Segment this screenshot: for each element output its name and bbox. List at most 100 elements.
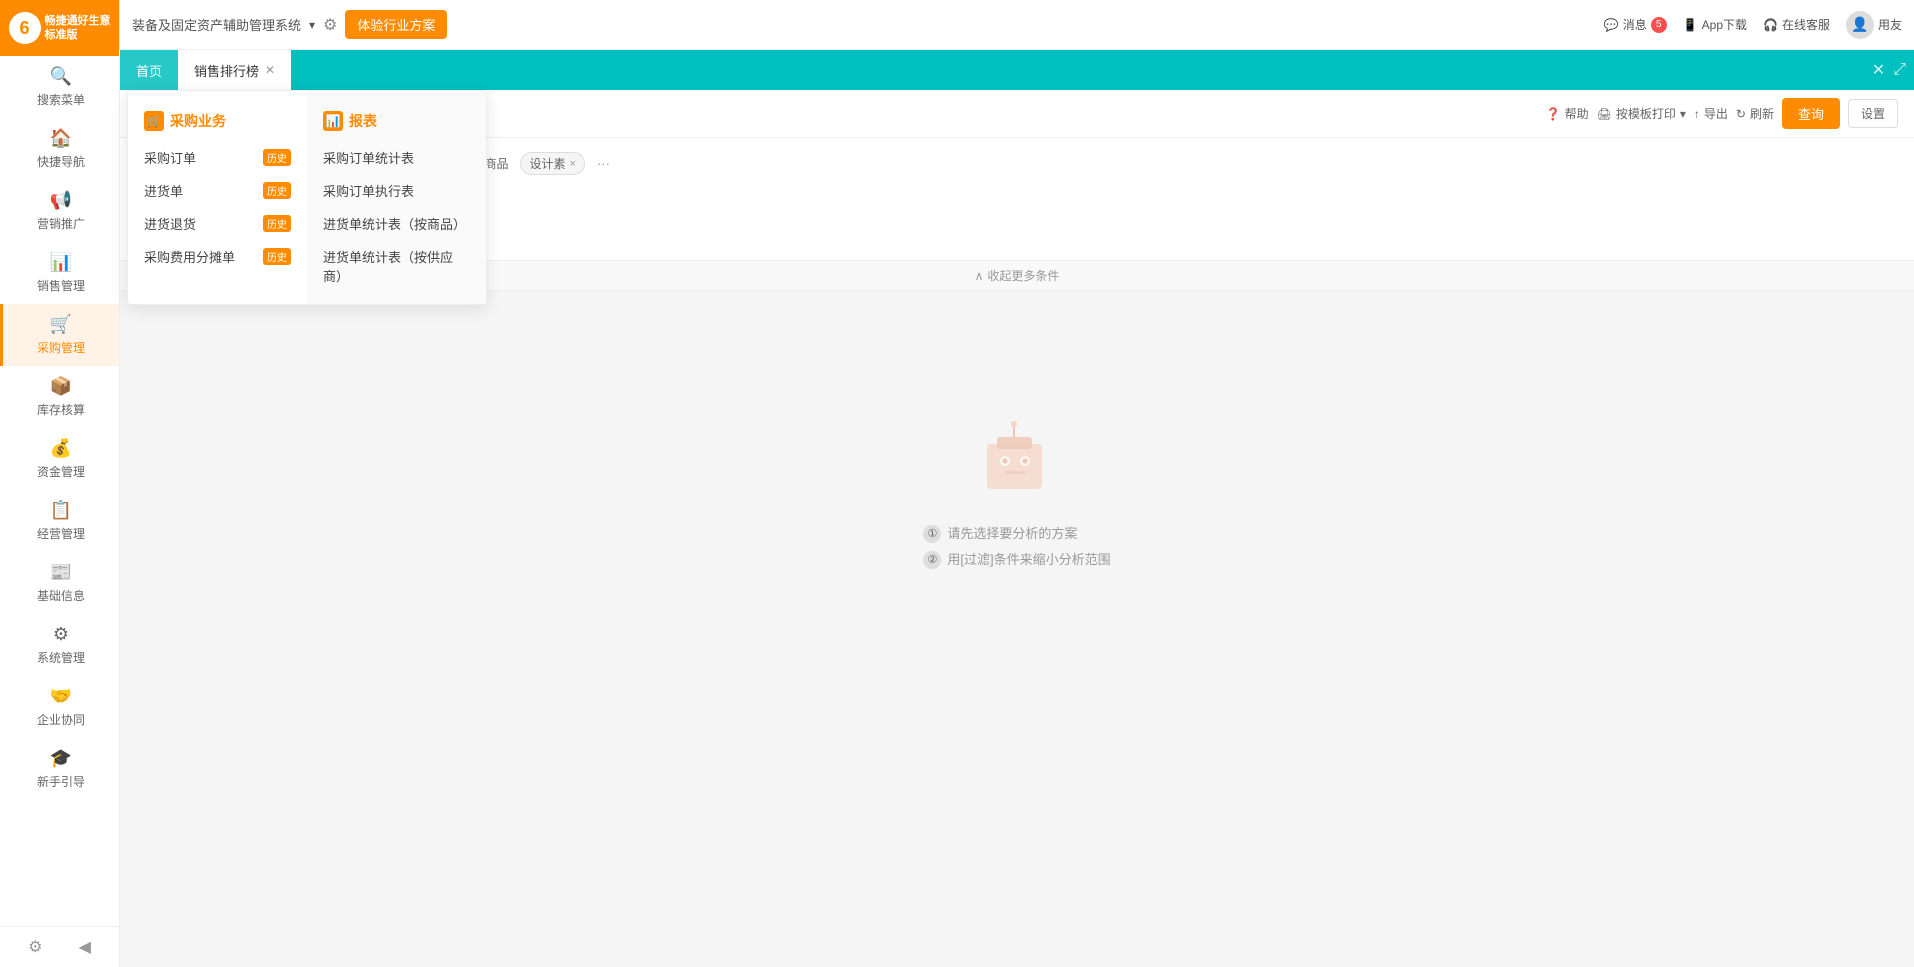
- sidebar-item-finance[interactable]: 💰 资金管理: [0, 428, 119, 490]
- menu-item-incoming-stat-product[interactable]: 进货单统计表（按商品）: [307, 207, 486, 240]
- system-title: 装备及固定资产辅助管理系统: [132, 15, 301, 34]
- sidebar-item-system[interactable]: ⚙ 系统管理: [0, 614, 119, 676]
- query-btn[interactable]: 查询: [1782, 98, 1840, 129]
- topbar-dropdown-arrow[interactable]: ▾: [309, 18, 315, 32]
- box-icon: 📦: [50, 376, 72, 397]
- empty-tips: ① 请先选择要分析的方案 ② 用[过滤]条件来缩小分析范围: [923, 521, 1110, 573]
- report-col-icon: 📊: [323, 111, 343, 131]
- history-badge-3: 历史: [263, 248, 291, 265]
- history-badge-0: 历史: [263, 149, 291, 166]
- sidebar-item-sales[interactable]: 📊 销售管理: [0, 242, 119, 304]
- menu-item-purchase-order-stat[interactable]: 采购订单统计表: [307, 141, 486, 174]
- purchase-col-label: 采购业务: [170, 111, 226, 131]
- menu-item-incoming[interactable]: 进货单 历史: [128, 174, 307, 207]
- refresh-btn[interactable]: ↻ 刷新: [1736, 105, 1774, 122]
- handshake-icon: 🤝: [50, 686, 72, 707]
- tab-home-label: 首页: [136, 61, 162, 80]
- app-download-btn[interactable]: 📱 App下载: [1683, 16, 1747, 33]
- history-badge-2: 历史: [263, 215, 291, 232]
- product-tag[interactable]: 设计素 ×: [520, 152, 584, 175]
- industry-btn[interactable]: 体验行业方案: [345, 10, 447, 39]
- user-avatar: 👤: [1846, 11, 1874, 39]
- sidebar-item-enterprise[interactable]: 🤝 企业协同: [0, 676, 119, 738]
- dropdown-col-purchase: 🛒 采购业务 采购订单 历史 进货单 历史 进货退货 历史 采购费用分摊单 历史: [128, 91, 307, 304]
- settings-btn[interactable]: 设置: [1848, 99, 1898, 128]
- sidebar-item-basic-info[interactable]: 📰 基础信息: [0, 552, 119, 614]
- info-icon: 📰: [50, 562, 72, 583]
- menu-item-purchase-order[interactable]: 采购订单 历史: [128, 141, 307, 174]
- help-icon: ❓: [1546, 107, 1561, 121]
- menu-item-incoming-stat-supplier[interactable]: 进货单统计表（按供应商）: [307, 240, 486, 292]
- menu-item-purchase-order-exec[interactable]: 采购订单执行表: [307, 174, 486, 207]
- money-icon: 💰: [50, 438, 72, 459]
- sidebar-item-newbie[interactable]: 🎓 新手引导: [0, 738, 119, 800]
- window-close-btn[interactable]: ✕: [1872, 60, 1885, 80]
- sidebar-nav: 🔍 搜索菜单 🏠 快捷导航 📢 营销推广 📊 销售管理 🛒 采购管理 📦 库存核…: [0, 56, 119, 926]
- help-btn[interactable]: ❓ 帮助: [1546, 105, 1589, 122]
- tab-home[interactable]: 首页: [120, 50, 178, 90]
- megaphone-icon: 📢: [50, 190, 72, 211]
- tabs-bar: 首页 销售排行榜 ✕ ✕ ⤢: [120, 50, 1914, 90]
- sidebar-item-label: 基础信息: [37, 587, 85, 604]
- sidebar-item-label: 资金管理: [37, 463, 85, 480]
- message-badge: 5: [1651, 17, 1667, 33]
- collapse-icon: ∧: [975, 269, 984, 283]
- sidebar-item-label: 搜索菜单: [37, 91, 85, 108]
- export-icon: ↑: [1694, 107, 1700, 121]
- refresh-icon: ↻: [1736, 107, 1746, 121]
- sidebar-item-operations[interactable]: 📋 经营管理: [0, 490, 119, 552]
- history-badge-1: 历史: [263, 182, 291, 199]
- menu-item-expense[interactable]: 采购费用分摊单 历史: [128, 240, 307, 273]
- sidebar-item-label: 快捷导航: [37, 153, 85, 170]
- print-dropdown-icon: ▾: [1680, 107, 1686, 121]
- product-ellipsis[interactable]: ···: [597, 156, 610, 171]
- sidebar-item-label: 库存核算: [37, 401, 85, 418]
- purchase-col-icon: 🛒: [144, 111, 164, 131]
- settings-bottom-btn[interactable]: ⚙: [28, 937, 42, 957]
- collapse-label: 收起更多条件: [987, 267, 1059, 284]
- sidebar-item-purchase[interactable]: 🛒 采购管理: [0, 304, 119, 366]
- logo-icon: 6: [9, 12, 41, 44]
- tip2-num: ②: [923, 551, 941, 569]
- logo-text: 畅捷通好生意 标准版: [45, 14, 111, 43]
- chart-icon: 📊: [50, 252, 72, 273]
- sidebar-item-search[interactable]: 🔍 搜索菜单: [0, 56, 119, 118]
- tip1-text: 请先选择要分析的方案: [947, 521, 1077, 547]
- sidebar-item-marketing[interactable]: 📢 营销推广: [0, 180, 119, 242]
- headset-icon: 🎧: [1763, 18, 1778, 32]
- topbar-gear-icon[interactable]: ⚙: [323, 15, 337, 35]
- sidebar-bottom: ⚙ ◀: [0, 926, 119, 967]
- tip1-num: ①: [923, 525, 941, 543]
- purchase-dropdown-menu: 🛒 采购业务 采购订单 历史 进货单 历史 进货退货 历史 采购费用分摊单 历史…: [127, 90, 487, 305]
- sidebar: 6 畅捷通好生意 标准版 🔍 搜索菜单 🏠 快捷导航 📢 营销推广 📊 销售管理…: [0, 0, 120, 967]
- menu-item-return[interactable]: 进货退货 历史: [128, 207, 307, 240]
- online-service-btn[interactable]: 🎧 在线客服: [1763, 16, 1830, 33]
- tab-sales-ranking[interactable]: 销售排行榜 ✕: [178, 50, 291, 90]
- gear-icon: ⚙: [53, 624, 69, 645]
- tip2-text: 用[过滤]条件来缩小分析范围: [947, 547, 1110, 573]
- sidebar-item-quick-nav[interactable]: 🏠 快捷导航: [0, 118, 119, 180]
- sidebar-item-label: 营销推广: [37, 215, 85, 232]
- sidebar-logo: 6 畅捷通好生意 标准版: [0, 0, 119, 56]
- tabs-right-controls: ✕ ⤢: [1864, 60, 1914, 80]
- tab-sales-ranking-label: 销售排行榜: [194, 61, 259, 80]
- product-tag-close[interactable]: ×: [570, 158, 576, 170]
- col-report-header: 📊 报表: [307, 103, 486, 141]
- tab-close-icon[interactable]: ✕: [265, 63, 275, 77]
- export-btn[interactable]: ↑ 导出: [1694, 105, 1728, 122]
- collapse-sidebar-btn[interactable]: ◀: [79, 937, 91, 957]
- sidebar-item-inventory[interactable]: 📦 库存核算: [0, 366, 119, 428]
- clipboard-icon: 📋: [50, 500, 72, 521]
- sidebar-item-label: 企业协同: [37, 711, 85, 728]
- empty-illustration: [967, 409, 1067, 509]
- topbar: 装备及固定资产辅助管理系统 ▾ ⚙ 体验行业方案 💬 消息 5 📱 App下载 …: [120, 0, 1914, 50]
- print-btn[interactable]: 🖨 按模板打印 ▾: [1597, 105, 1686, 122]
- message-btn[interactable]: 💬 消息 5: [1604, 16, 1667, 33]
- topbar-right: 💬 消息 5 📱 App下载 🎧 在线客服 👤 用友: [1604, 11, 1902, 39]
- window-maximize-btn[interactable]: ⤢: [1893, 61, 1906, 79]
- sidebar-item-label: 新手引导: [37, 773, 85, 790]
- col-purchase-header: 🛒 采购业务: [128, 103, 307, 141]
- empty-state: ① 请先选择要分析的方案 ② 用[过滤]条件来缩小分析范围: [120, 291, 1914, 691]
- user-menu[interactable]: 👤 用友: [1846, 11, 1902, 39]
- report-col-label: 报表: [349, 111, 377, 131]
